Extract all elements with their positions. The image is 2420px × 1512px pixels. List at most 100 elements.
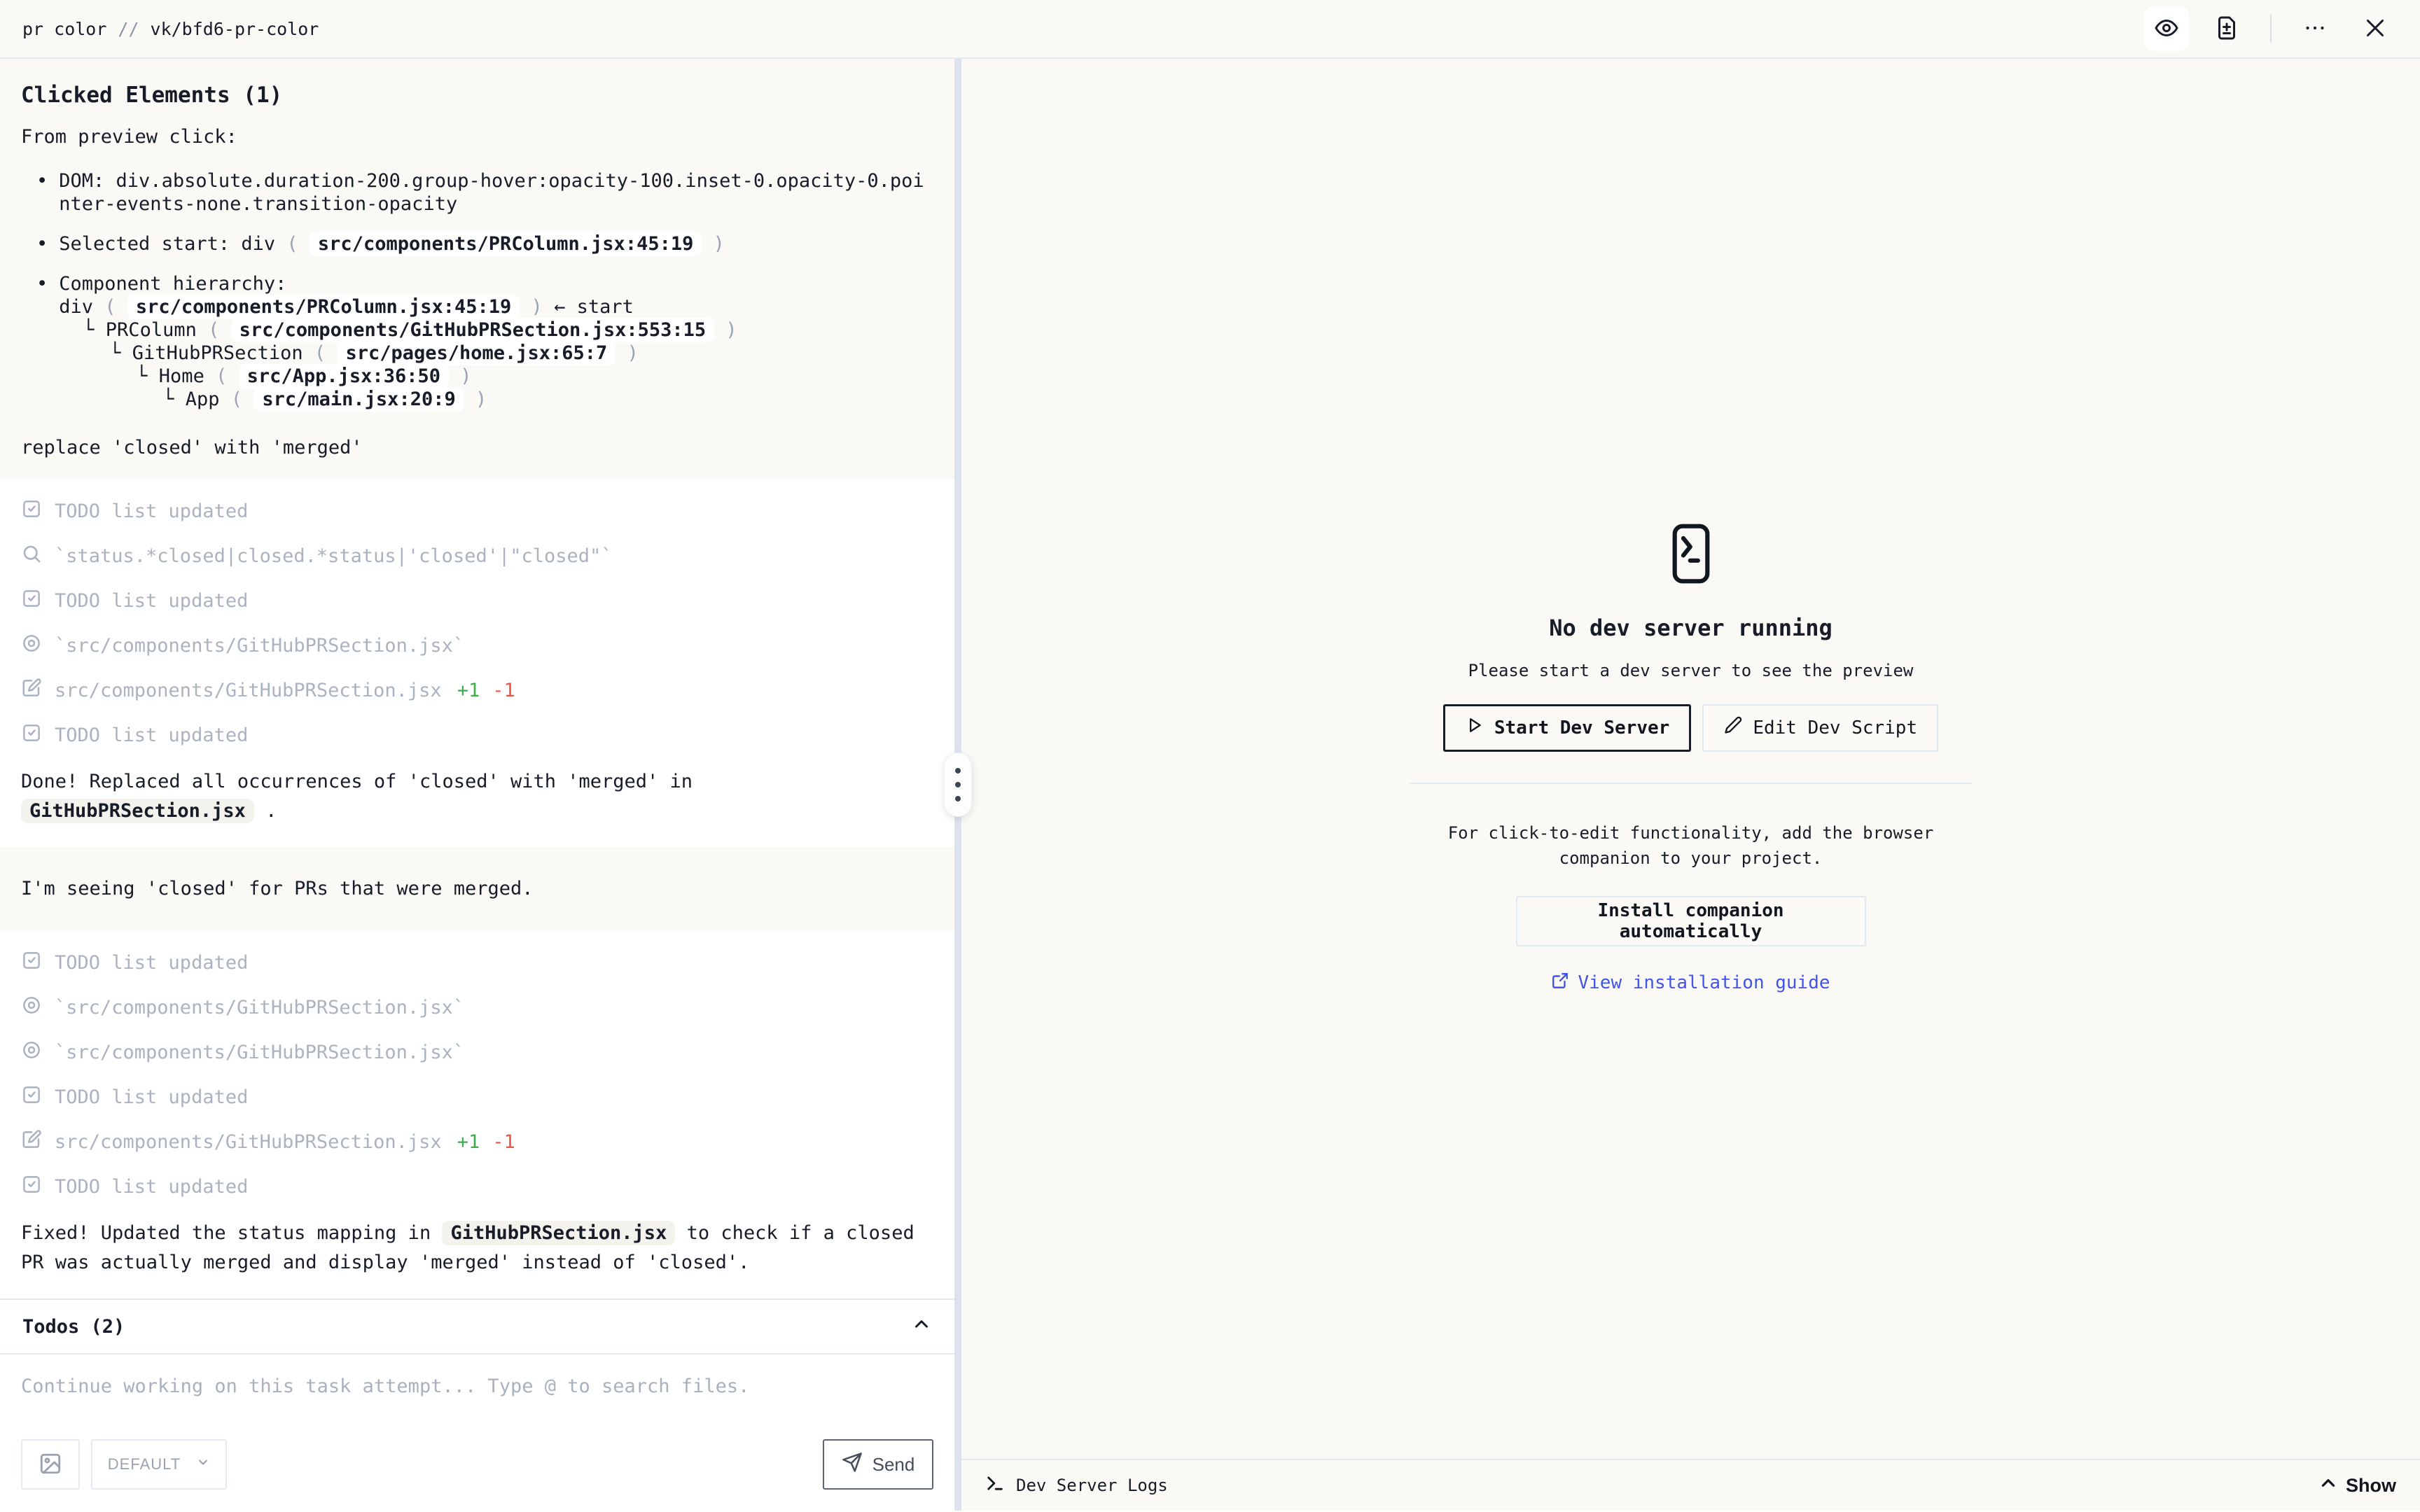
assistant-message-fixed: Fixed! Updated the status mapping in Git… (21, 1221, 915, 1273)
image-icon (39, 1452, 62, 1478)
activity-row[interactable]: `src/components/GitHubPRSection.jsx` (21, 623, 933, 668)
file-path-chip: src/components/PRColumn.jsx:45:19 (127, 295, 520, 319)
send-label: Send (872, 1453, 915, 1475)
tree-branch-glyph: └ (136, 365, 148, 387)
search-icon (21, 543, 42, 569)
activity-row[interactable]: src/components/GitHubPRSection.jsx +1 -1 (21, 1119, 933, 1164)
activity-log-2: TODO list updated `src/components/GitHub… (0, 930, 954, 1298)
file-diff-icon (2214, 15, 2239, 43)
file-read-icon (21, 995, 42, 1021)
file-read-icon (21, 1040, 42, 1065)
activity-row[interactable]: TODO list updated (21, 940, 933, 985)
file-path-chip: src/pages/home.jsx:65:7 (337, 341, 616, 365)
diff-added-badge: +1 (457, 1130, 480, 1153)
install-companion-button[interactable]: Install companion automatically (1515, 895, 1866, 946)
clicked-elements-heading: Clicked Elements (1) (21, 83, 283, 108)
attach-image-button[interactable] (21, 1439, 80, 1490)
activity-row[interactable]: TODO list updated (21, 1074, 933, 1119)
more-menu-button[interactable] (2293, 6, 2337, 51)
component-hierarchy-bullet: • Component hierarchy: div ( src/compone… (36, 273, 737, 412)
drag-dot (955, 782, 961, 788)
selected-start-bullet: • Selected start: div ( src/components/P… (36, 232, 725, 256)
diff-view-button[interactable] (2204, 6, 2249, 51)
todos-expander[interactable]: Todos (2) (0, 1298, 954, 1354)
file-edit-icon (21, 1129, 42, 1155)
activity-row[interactable]: TODO list updated (21, 489, 933, 533)
installation-guide-link[interactable]: View installation guide (1551, 972, 1830, 995)
todo-check-icon (21, 1174, 42, 1200)
start-marker: ← start (554, 296, 634, 318)
chevron-up-icon (2319, 1474, 2337, 1497)
todo-check-icon (21, 950, 42, 976)
assistant-message-done: Done! Replaced all occurrences of 'close… (21, 771, 693, 823)
dev-server-logs-bar: Dev Server Logs Show (961, 1459, 2420, 1511)
dom-selector-text: DOM: div.absolute.duration-200.group-hov… (59, 170, 924, 215)
activity-row[interactable]: `src/components/GitHubPRSection.jsx` (21, 1030, 933, 1074)
hierarchy-line: └ Home ( src/App.jsx:36:50 ) (136, 364, 472, 388)
tree-branch-glyph: └ (162, 388, 174, 410)
activity-row[interactable]: TODO list updated (21, 578, 933, 623)
eye-icon (2154, 15, 2179, 43)
activity-row[interactable]: TODO list updated (21, 713, 933, 757)
activity-row[interactable]: src/components/GitHubPRSection.jsx +1 -1 (21, 668, 933, 713)
edit-dev-script-button[interactable]: Edit Dev Script (1702, 704, 1939, 752)
activity-log-1: TODO list updated `status.*closed|closed… (0, 479, 954, 847)
chevron-down-icon (196, 1455, 210, 1474)
topbar-actions (2144, 6, 2398, 51)
file-path-chip: src/components/PRColumn.jsx:45:19 (309, 232, 702, 256)
pane-divider (944, 59, 972, 1511)
file-path-chip: src/main.jsx:20:9 (253, 387, 464, 412)
composer-input[interactable]: Continue working on this task attempt...… (21, 1376, 933, 1397)
terminal-prompt-icon (985, 1474, 1005, 1497)
pane-resize-handle[interactable] (944, 752, 972, 817)
tree-branch-glyph: └ (109, 342, 121, 364)
dev-server-logs-label: Dev Server Logs (985, 1474, 1168, 1497)
dev-server-empty-state: No dev server running Please start a dev… (961, 59, 2420, 1459)
todo-check-icon (21, 722, 42, 748)
chevron-up-icon (911, 1314, 932, 1340)
model-selector[interactable]: DEFAULT (91, 1439, 227, 1490)
activity-row[interactable]: `status.*closed|closed.*status|'closed'|… (21, 533, 933, 578)
drag-dot (955, 796, 961, 802)
file-edit-icon (21, 678, 42, 704)
empty-state-title: No dev server running (1549, 614, 1833, 641)
send-plane-icon (842, 1452, 863, 1478)
task-name: pr color (22, 18, 107, 39)
file-path-chip: src/components/GitHubPRSection.jsx:553:1… (230, 318, 715, 342)
activity-row[interactable]: `src/components/GitHubPRSection.jsx` (21, 985, 933, 1030)
todo-check-icon (21, 1084, 42, 1110)
diff-removed-badge: -1 (492, 679, 515, 701)
more-ellipsis-icon (2302, 15, 2328, 43)
branch-name: vk/bfd6-pr-color (150, 18, 319, 39)
composer: Continue working on this task attempt...… (0, 1354, 954, 1511)
title-separator: // (118, 18, 139, 39)
selected-start-label: Selected start: div (59, 233, 276, 255)
terminal-device-icon (1672, 524, 1710, 615)
task-title: pr color // vk/bfd6-pr-color (22, 19, 319, 39)
section-divider (1409, 782, 1973, 784)
topbar-divider (2270, 15, 2272, 43)
send-button[interactable]: Send (823, 1439, 933, 1490)
close-button[interactable] (2353, 6, 2398, 51)
show-logs-toggle[interactable]: Show (2319, 1474, 2396, 1497)
tree-branch-glyph: └ (83, 319, 95, 341)
model-selector-value: DEFAULT (107, 1455, 181, 1473)
dom-bullet: • DOM: div.absolute.duration-200.group-h… (21, 169, 933, 216)
chat-pane: Clicked Elements (1) From preview click:… (0, 59, 954, 1511)
hierarchy-line: └ PRColumn ( src/components/GitHubPRSect… (83, 318, 737, 342)
todo-check-icon (21, 498, 42, 524)
todo-check-icon (21, 588, 42, 614)
hierarchy-label: Component hierarchy: (59, 273, 287, 295)
diff-added-badge: +1 (457, 679, 480, 701)
close-icon (2363, 15, 2388, 43)
topbar: pr color // vk/bfd6-pr-color (0, 0, 2420, 59)
start-dev-server-button[interactable]: Start Dev Server (1442, 704, 1692, 752)
user-message-1: Clicked Elements (1) From preview click:… (0, 59, 954, 479)
user-request-text: replace 'closed' with 'merged' (21, 437, 363, 458)
drag-dot (955, 768, 961, 774)
pencil-icon (1723, 715, 1743, 740)
file-path-chip: GitHubPRSection.jsx (21, 799, 254, 823)
preview-toggle-button[interactable] (2144, 6, 2189, 51)
activity-row[interactable]: TODO list updated (21, 1164, 933, 1209)
hierarchy-line: └ GitHubPRSection ( src/pages/home.jsx:6… (109, 341, 639, 365)
